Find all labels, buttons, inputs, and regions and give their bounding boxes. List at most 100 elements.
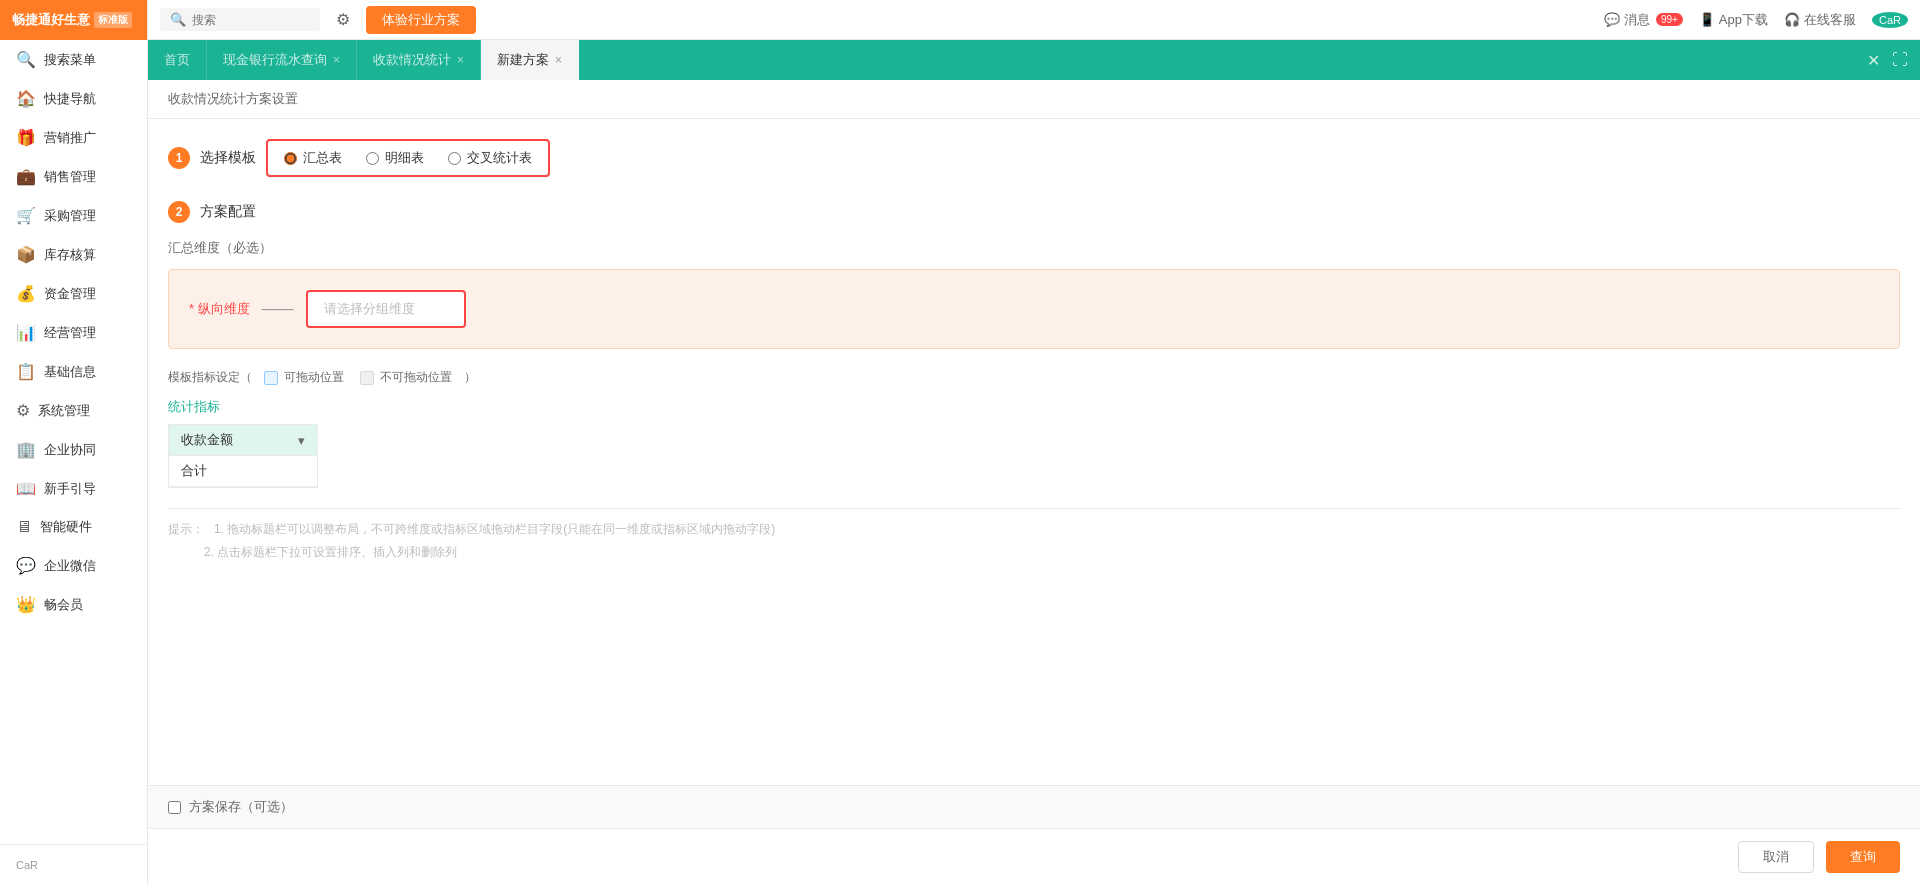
metrics-table-header: 收款金额 ▾ — [169, 425, 317, 456]
search-input[interactable] — [192, 13, 292, 27]
tab-close-receipt-stats[interactable]: × — [457, 53, 464, 67]
vertical-dimension-label: * 纵向维度 — [189, 300, 250, 318]
purchase-icon: 🛒 — [16, 206, 36, 225]
sidebar-item-member[interactable]: 👑畅会员 — [0, 585, 147, 624]
template-cross-label: 交叉统计表 — [467, 149, 532, 167]
tabbar-right: ✕ ⛶ — [1855, 40, 1920, 80]
settings-icon[interactable]: ⚙ — [336, 10, 350, 29]
sales-icon: 💼 — [16, 167, 36, 186]
hardware-label: 智能硬件 — [40, 518, 92, 536]
sidebar-item-search-menu[interactable]: 🔍 搜索菜单 — [0, 40, 147, 79]
message-badge: 99+ — [1656, 13, 1683, 26]
sidebar-item-enterprise[interactable]: 🏢企业协同 — [0, 430, 147, 469]
tabbar: 首页现金银行流水查询×收款情况统计×新建方案× ✕ ⛶ — [148, 40, 1920, 80]
dimension-arrow: —— — [262, 300, 294, 318]
sidebar-item-purchase[interactable]: 🛒 采购管理 — [0, 196, 147, 235]
dimension-select[interactable]: 请选择分组维度 — [306, 290, 466, 328]
tab-new-plan[interactable]: 新建方案× — [481, 40, 579, 80]
service-btn[interactable]: 🎧 在线客服 — [1784, 11, 1856, 29]
metrics-title-suffix: ） — [464, 369, 476, 386]
tab-close-bank-flow[interactable]: × — [333, 53, 340, 67]
content-body: 1 选择模板 汇总表 明细表 交叉统计表 — [148, 119, 1920, 785]
tab-home[interactable]: 首页 — [148, 40, 207, 80]
template-detail[interactable]: 明细表 — [366, 149, 424, 167]
template-detail-radio[interactable] — [366, 152, 379, 165]
purchase-label: 采购管理 — [44, 207, 96, 225]
template-summary-label: 汇总表 — [303, 149, 342, 167]
avatar-text: CaR — [1872, 12, 1908, 28]
metrics-table: 收款金额 ▾ 合计 — [168, 424, 318, 488]
sidebar-bottom: CaR — [0, 844, 147, 885]
sidebar-item-inventory[interactable]: 📦库存核算 — [0, 235, 147, 274]
movable-icon — [264, 371, 278, 385]
main-area: 🔍 ⚙ 体验行业方案 💬 消息 99+ 📱 App下载 🎧 在线客服 CaR — [148, 0, 1920, 885]
metrics-title-text: 模板指标设定（ — [168, 369, 252, 386]
step2-header: 2 方案配置 — [168, 201, 1900, 223]
sidebar-logo: 畅捷通好生意 标准版 — [0, 0, 147, 40]
tips-item-2-text: 2. 点击标题栏下拉可设置排序、插入列和删除列 — [204, 545, 457, 559]
basic-info-label: 基础信息 — [44, 363, 96, 381]
logo-text: 畅捷通好生意 — [12, 11, 90, 29]
tab-receipt-stats[interactable]: 收款情况统计× — [357, 40, 481, 80]
sidebar-item-marketing[interactable]: 🎁营销推广 — [0, 118, 147, 157]
service-icon: 🎧 — [1784, 12, 1800, 27]
metrics-group-label: 统计指标 — [168, 398, 1900, 416]
step2-title: 方案配置 — [200, 203, 256, 221]
config-section: 汇总维度（必选） * 纵向维度 —— 请选择分组维度 模板指标设定（ — [168, 239, 1900, 488]
metrics-dropdown-icon[interactable]: ▾ — [298, 433, 305, 448]
template-cross[interactable]: 交叉统计表 — [448, 149, 532, 167]
hardware-icon: 🖥 — [16, 518, 32, 536]
topbar-right: 💬 消息 99+ 📱 App下载 🎧 在线客服 CaR — [1604, 11, 1908, 29]
message-btn[interactable]: 💬 消息 99+ — [1604, 11, 1683, 29]
system-label: 系统管理 — [38, 402, 90, 420]
step1-title: 选择模板 — [200, 149, 256, 167]
download-btn[interactable]: 📱 App下载 — [1699, 11, 1768, 29]
template-detail-label: 明细表 — [385, 149, 424, 167]
tips-item-2: 2. 点击标题栏下拉可设置排序、插入列和删除列 — [168, 544, 1900, 561]
tab-close-new-plan[interactable]: × — [555, 53, 562, 67]
sidebar-bottom-avatar[interactable]: CaR — [0, 853, 147, 877]
cancel-button[interactable]: 取消 — [1738, 841, 1814, 873]
query-button[interactable]: 查询 — [1826, 841, 1900, 873]
legend-movable: 可拖动位置 — [264, 369, 344, 386]
topbar: 🔍 ⚙ 体验行业方案 💬 消息 99+ 📱 App下载 🎧 在线客服 CaR — [148, 0, 1920, 40]
tips-section: 提示： 1. 拖动标题栏可以调整布局，不可跨维度或指标区域拖动栏目字段(只能在同… — [168, 508, 1900, 577]
sidebar-item-wechat[interactable]: 💬企业微信 — [0, 546, 147, 585]
maximize-icon[interactable]: ⛶ — [1892, 51, 1908, 69]
search-menu-icon: 🔍 — [16, 50, 36, 69]
member-icon: 👑 — [16, 595, 36, 614]
sidebar-item-basic-info[interactable]: 📋基础信息 — [0, 352, 147, 391]
tips-title: 提示： 1. 拖动标题栏可以调整布局，不可跨维度或指标区域拖动栏目字段(只能在同… — [168, 521, 1900, 538]
sidebar-item-system[interactable]: ⚙系统管理 — [0, 391, 147, 430]
sidebar-item-guide[interactable]: 📖新手引导 — [0, 469, 147, 508]
step2-section: 2 方案配置 汇总维度（必选） * 纵向维度 —— 请选择分组维度 — [168, 201, 1900, 577]
movable-label: 可拖动位置 — [284, 369, 344, 386]
tips-item-1: 1. 拖动标题栏可以调整布局，不可跨维度或指标区域拖动栏目字段(只能在同一维度或… — [214, 522, 775, 536]
tab-bank-flow[interactable]: 现金银行流水查询× — [207, 40, 357, 80]
industry-btn[interactable]: 体验行业方案 — [366, 6, 476, 34]
template-cross-radio[interactable] — [448, 152, 461, 165]
template-summary[interactable]: 汇总表 — [284, 149, 342, 167]
search-menu-label: 搜索菜单 — [44, 51, 96, 69]
search-box[interactable]: 🔍 — [160, 8, 320, 31]
close-window-icon[interactable]: ✕ — [1867, 51, 1880, 70]
sidebar-item-sales[interactable]: 💼销售管理 — [0, 157, 147, 196]
metrics-table-cell: 合计 — [169, 456, 317, 487]
message-icon: 💬 — [1604, 12, 1620, 27]
user-avatar-text: CaR — [16, 859, 38, 871]
message-label: 消息 — [1624, 11, 1650, 29]
tab-label-home: 首页 — [164, 51, 190, 69]
content-area: 收款情况统计方案设置 1 选择模板 汇总表 明细表 — [148, 80, 1920, 828]
sidebar-item-hardware[interactable]: 🖥 智能硬件 — [0, 508, 147, 546]
operation-icon: 📊 — [16, 323, 36, 342]
metrics-header: 模板指标设定（ 可拖动位置 不可拖动位置 ） — [168, 369, 1900, 386]
finance-icon: 💰 — [16, 284, 36, 303]
template-summary-radio[interactable] — [284, 152, 297, 165]
fixed-label: 不可拖动位置 — [380, 369, 452, 386]
sidebar-item-operation[interactable]: 📊经营管理 — [0, 313, 147, 352]
sidebar-item-quick-nav[interactable]: 🏠快捷导航 — [0, 79, 147, 118]
logo-tag: 标准版 — [94, 12, 132, 28]
save-checkbox[interactable] — [168, 801, 181, 814]
user-avatar[interactable]: CaR — [1872, 12, 1908, 28]
sidebar-item-finance[interactable]: 💰资金管理 — [0, 274, 147, 313]
